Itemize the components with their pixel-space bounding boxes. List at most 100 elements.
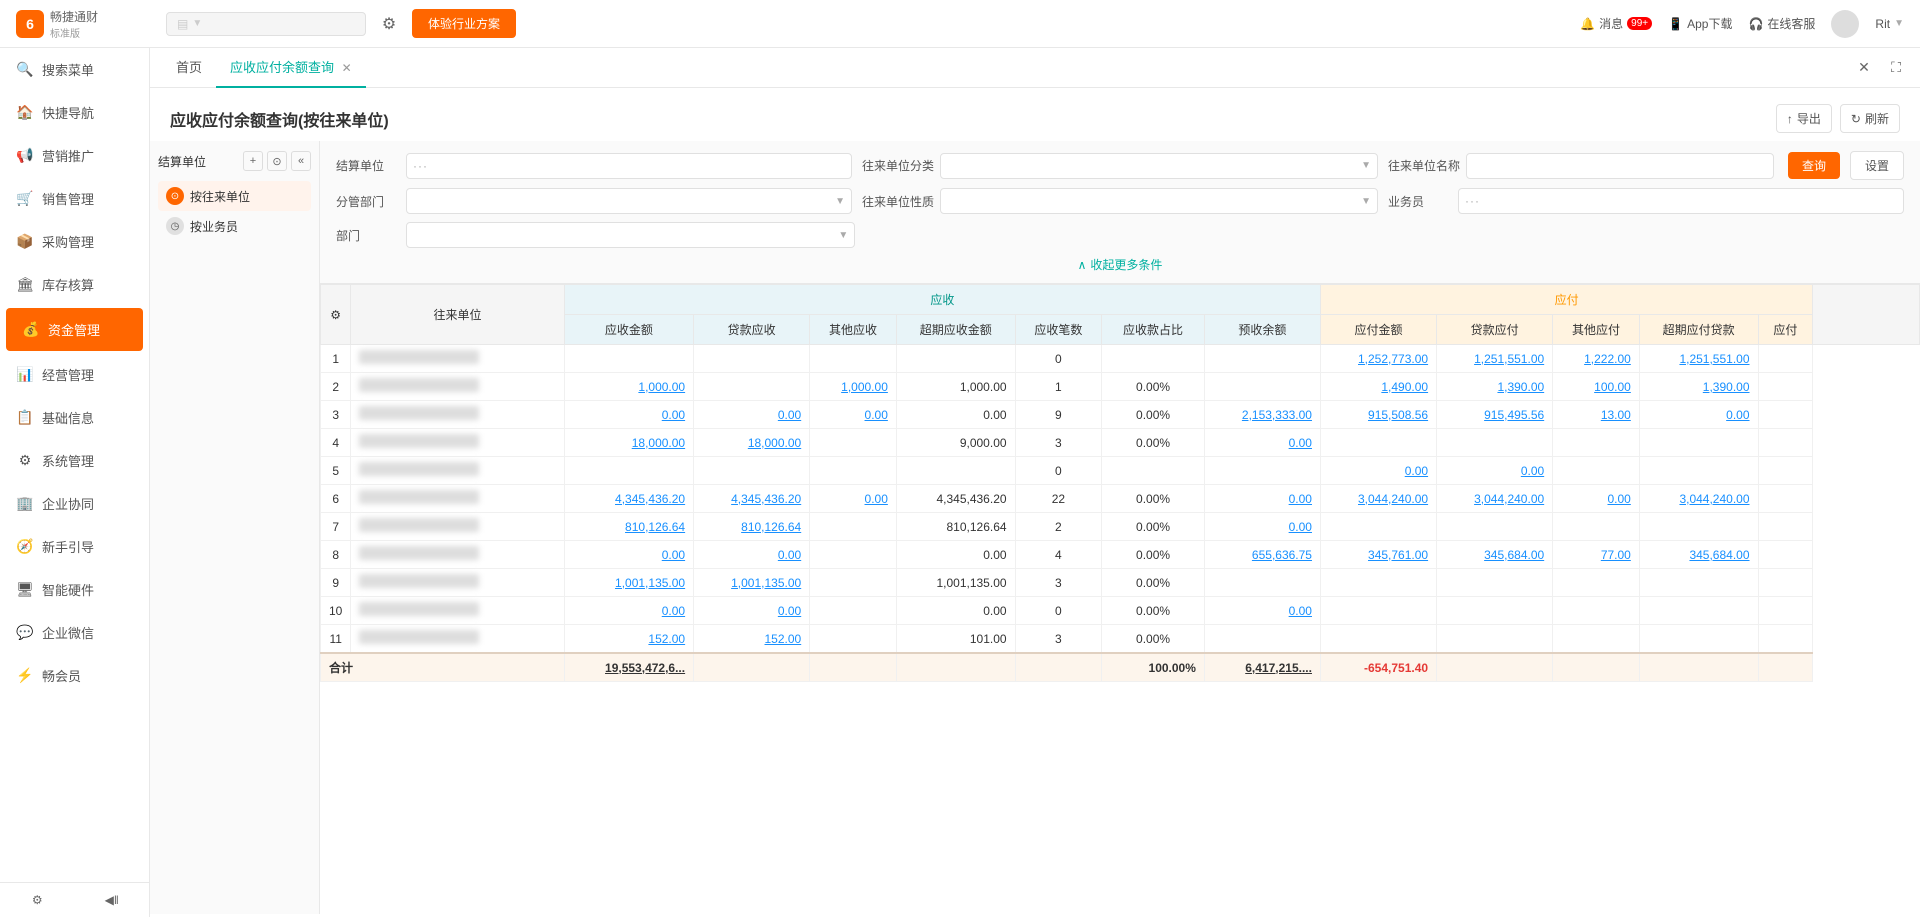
ap-other-link[interactable]: 100.00 (1594, 380, 1631, 394)
wanglai-type-input[interactable]: ▼ (940, 153, 1378, 179)
ap-amount-link[interactable]: 345,761.00 (1368, 548, 1428, 562)
ar-other[interactable]: 0.00 (810, 401, 897, 429)
collapse-link[interactable]: ∧ 收起更多条件 (1078, 256, 1163, 273)
ap-amount-link[interactable]: 0.00 (1405, 464, 1428, 478)
ar-amount[interactable]: 0.00 (564, 401, 693, 429)
sidebar-item-finance[interactable]: 💰 资金管理 (6, 308, 143, 351)
sidebar-item-purchase[interactable]: 📦 采购管理 (0, 220, 149, 263)
ar-other[interactable] (810, 345, 897, 373)
ap-credit[interactable]: 1,251,551.00 (1437, 345, 1553, 373)
tab-close-icon[interactable]: ✕ (342, 61, 352, 75)
ap-overdue-link[interactable]: 0.00 (1726, 408, 1749, 422)
ap-other-link[interactable]: 0.00 (1607, 492, 1630, 506)
sidebar-item-inventory[interactable]: 🏛 库存核算 (0, 263, 149, 306)
ap-other-link[interactable]: 77.00 (1601, 548, 1631, 562)
ar-prepaid[interactable]: 0.00 (1204, 513, 1320, 541)
ar-prepaid[interactable] (1204, 373, 1320, 401)
ap-amount[interactable]: 0.00 (1320, 457, 1436, 485)
ap-other[interactable]: 0.00 (1553, 485, 1640, 513)
ap-other[interactable]: 77.00 (1553, 541, 1640, 569)
ap-overdue[interactable]: 1,390.00 (1639, 373, 1758, 401)
trial-button[interactable]: 体验行业方案 (412, 9, 516, 38)
ar-other[interactable] (810, 429, 897, 457)
ar-prepaid-link[interactable]: 0.00 (1289, 436, 1312, 450)
ap-credit[interactable]: 3,044,240.00 (1437, 485, 1553, 513)
ar-credit[interactable]: 0.00 (694, 597, 810, 625)
ap-amount[interactable] (1320, 569, 1436, 597)
ap-credit-link[interactable]: 915,495.56 (1484, 408, 1544, 422)
ap-amount[interactable] (1320, 625, 1436, 654)
ap-other[interactable]: 1,222.00 (1553, 345, 1640, 373)
ap-overdue[interactable] (1639, 429, 1758, 457)
ap-credit[interactable] (1437, 625, 1553, 654)
settings-button[interactable]: 设置 (1850, 151, 1904, 180)
sidebar-item-quicknav[interactable]: 🏠 快捷导航 (0, 91, 149, 134)
ap-credit[interactable]: 1,390.00 (1437, 373, 1553, 401)
notification-btn[interactable]: 🔔 消息 99+ (1580, 15, 1652, 32)
ap-credit-link[interactable]: 0.00 (1521, 464, 1544, 478)
ap-other[interactable] (1553, 513, 1640, 541)
sidebar-item-enterprise[interactable]: 🏢 企业协同 (0, 482, 149, 525)
ar-credit[interactable] (694, 345, 810, 373)
ar-amount[interactable]: 810,126.64 (564, 513, 693, 541)
ar-prepaid[interactable]: 0.00 (1204, 597, 1320, 625)
tab-close-window-icon[interactable]: ✕ (1852, 56, 1876, 80)
ar-credit-link[interactable]: 810,126.64 (741, 520, 801, 534)
ap-credit[interactable]: 345,684.00 (1437, 541, 1553, 569)
ap-amount-link[interactable]: 1,490.00 (1381, 380, 1428, 394)
ar-credit[interactable]: 152.00 (694, 625, 810, 654)
ar-prepaid-link[interactable]: 0.00 (1289, 520, 1312, 534)
ap-other[interactable] (1553, 429, 1640, 457)
ap-amount[interactable]: 915,508.56 (1320, 401, 1436, 429)
tab-expand-icon[interactable]: ⛶ (1884, 56, 1908, 80)
online-support-btn[interactable]: 🎧 在线客服 (1748, 15, 1815, 32)
ap-credit-link[interactable]: 1,390.00 (1497, 380, 1544, 394)
ap-overdue-link[interactable]: 345,684.00 (1689, 548, 1749, 562)
ar-amount-link[interactable]: 0.00 (662, 604, 685, 618)
ap-overdue[interactable]: 345,684.00 (1639, 541, 1758, 569)
ap-amount[interactable] (1320, 597, 1436, 625)
footer-ar-amount[interactable]: 19,553,472,6... (564, 653, 693, 682)
ar-amount-link[interactable]: 152.00 (648, 632, 685, 646)
ap-credit[interactable] (1437, 569, 1553, 597)
ap-credit-link[interactable]: 345,684.00 (1484, 548, 1544, 562)
ar-other[interactable]: 1,000.00 (810, 373, 897, 401)
ar-credit[interactable] (694, 457, 810, 485)
ap-credit-link[interactable]: 3,044,240.00 (1474, 492, 1544, 506)
ap-other-link[interactable]: 1,222.00 (1584, 352, 1631, 366)
ar-credit[interactable]: 0.00 (694, 401, 810, 429)
sidebar-collapse-btn[interactable]: ◀‖ (75, 883, 150, 917)
ap-credit[interactable] (1437, 429, 1553, 457)
refresh-button[interactable]: ↻ 刷新 (1840, 104, 1900, 133)
sidebar-item-marketing[interactable]: 📢 营销推广 (0, 134, 149, 177)
edit-icon[interactable]: ⊙ (267, 151, 287, 171)
ar-prepaid-link[interactable]: 655,636.75 (1252, 548, 1312, 562)
ar-amount-link[interactable]: 1,001,135.00 (615, 576, 685, 590)
wanglai-nature-input[interactable]: ▼ (940, 188, 1378, 214)
fenguan-input[interactable]: ▼ (406, 188, 852, 214)
sidebar-settings-btn[interactable]: ⚙ (0, 883, 75, 917)
footer-ar-prepaid[interactable]: 6,417,215.... (1204, 653, 1320, 682)
ar-prepaid-link[interactable]: 0.00 (1289, 492, 1312, 506)
ap-amount-link[interactable]: 3,044,240.00 (1358, 492, 1428, 506)
ar-credit-link[interactable]: 1,001,135.00 (731, 576, 801, 590)
ap-amount[interactable] (1320, 429, 1436, 457)
sidebar-item-hardware[interactable]: 🖥 智能硬件 (0, 568, 149, 611)
query-button[interactable]: 查询 (1788, 152, 1840, 179)
ar-credit-link[interactable]: 18,000.00 (748, 436, 801, 450)
ap-amount[interactable] (1320, 513, 1436, 541)
salesperson-input[interactable]: ··· (1458, 188, 1904, 214)
ar-prepaid[interactable]: 0.00 (1204, 429, 1320, 457)
ap-amount[interactable]: 3,044,240.00 (1320, 485, 1436, 513)
export-button[interactable]: ↑ 导出 (1776, 104, 1832, 133)
ar-amount-link[interactable]: 1,000.00 (638, 380, 685, 394)
ar-credit[interactable]: 18,000.00 (694, 429, 810, 457)
ap-other[interactable] (1553, 569, 1640, 597)
wanglai-name-input[interactable] (1466, 153, 1774, 179)
ap-other[interactable] (1553, 457, 1640, 485)
settings-col-header[interactable]: ⚙ (321, 285, 351, 345)
ap-amount[interactable]: 1,490.00 (1320, 373, 1436, 401)
dept-input[interactable]: ▼ (406, 222, 855, 248)
user-name[interactable]: Rit ▼ (1875, 17, 1904, 31)
ap-other[interactable]: 13.00 (1553, 401, 1640, 429)
